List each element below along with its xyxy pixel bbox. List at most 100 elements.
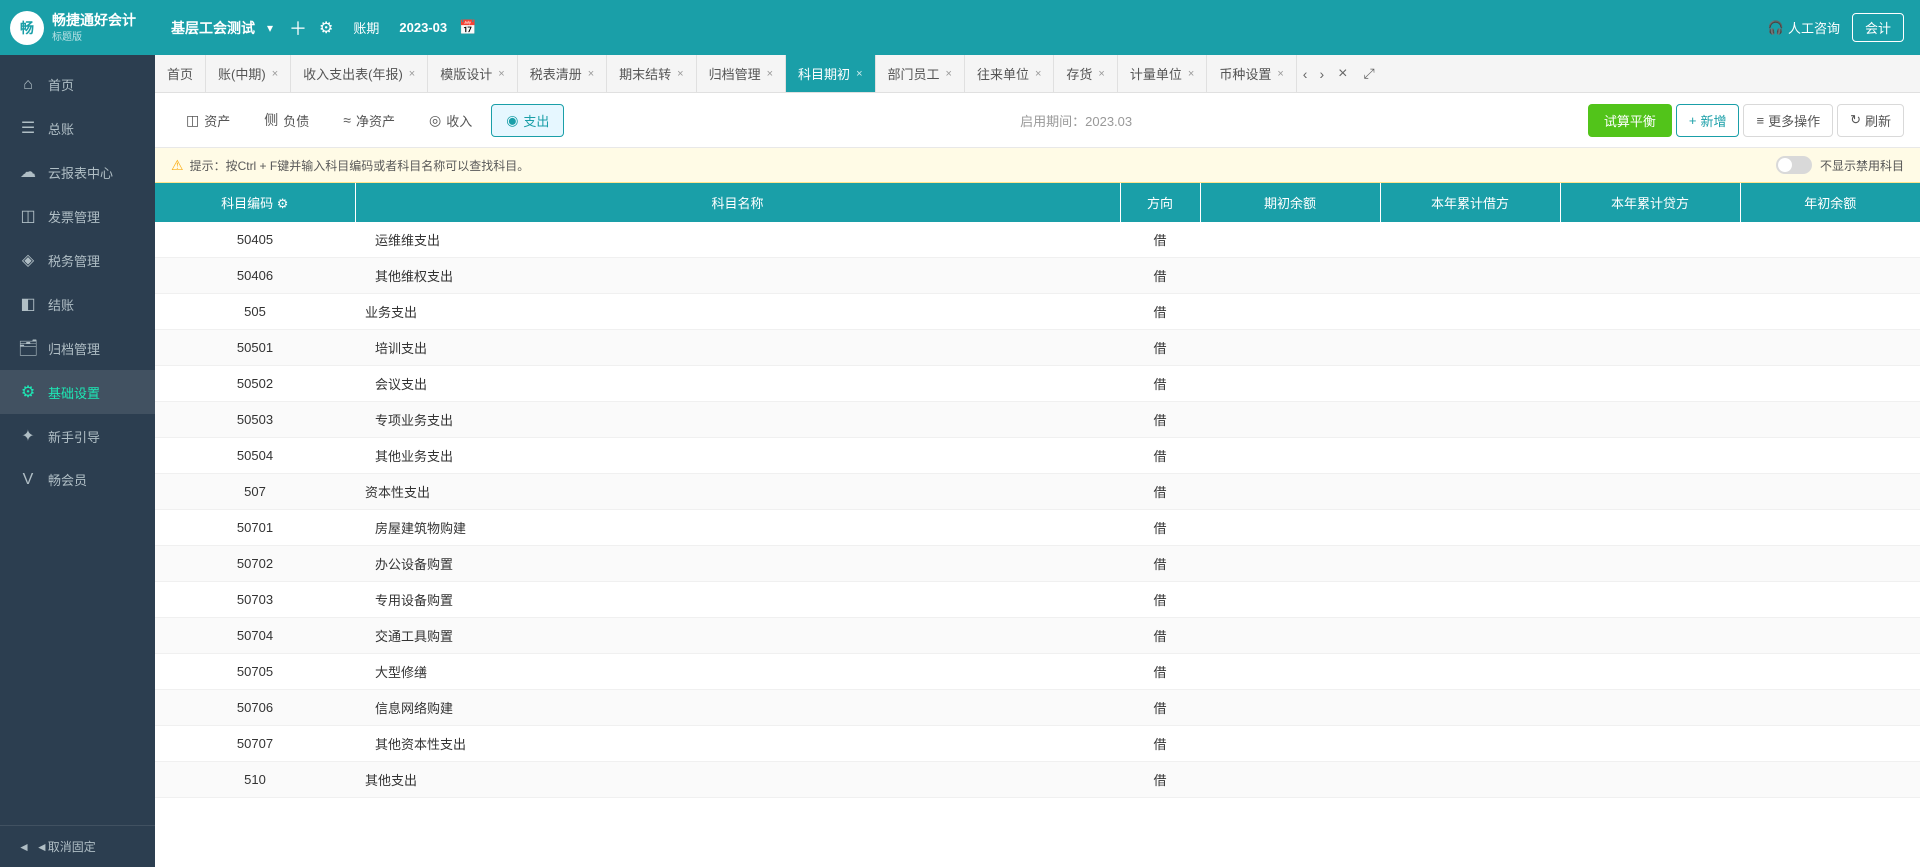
close-all-tabs-btn[interactable]: × (1330, 55, 1355, 93)
table-header: 科目编码 ⚙ 科目名称 方向 期初余额 本年累计借方 本年累计贷方 年初余额 (155, 183, 1920, 222)
sidebar-item-invoice[interactable]: ◫ 发票管理 (0, 194, 155, 238)
table-wrapper: 科目编码 ⚙ 科目名称 方向 期初余额 本年累计借方 本年累计贷方 年初余额 5… (155, 183, 1920, 867)
sidebar-collapse[interactable]: ◄ ◄取消固定 (0, 825, 155, 867)
table-row[interactable]: 50503 专项业务支出 借 (155, 402, 1920, 438)
tab-account-init-close[interactable]: × (856, 68, 862, 80)
headset-icon: 🎧 (1768, 20, 1784, 36)
tab-filing[interactable]: 归档管理 × (697, 55, 786, 93)
table-row[interactable]: 50502 会议支出 借 (155, 366, 1920, 402)
table-row[interactable]: 50406 其他维权支出 借 (155, 258, 1920, 294)
cell-year-opening (1740, 330, 1920, 366)
tab-midterm[interactable]: 账(中期) × (206, 55, 291, 93)
table-row[interactable]: 50501 培训支出 借 (155, 330, 1920, 366)
tab-account-init[interactable]: 科目期初 × (786, 55, 875, 93)
cell-ytd-credit (1560, 330, 1740, 366)
company-dropdown[interactable]: ▾ (267, 21, 273, 35)
account-type-btn[interactable]: 会计 (1852, 13, 1904, 42)
table-row[interactable]: 50701 房屋建筑物购建 借 (155, 510, 1920, 546)
tab-tax-list[interactable]: 税表清册 × (518, 55, 607, 93)
table-row[interactable]: 50706 信息网络购建 借 (155, 690, 1920, 726)
table-row[interactable]: 50405 运维维支出 借 (155, 222, 1920, 258)
tab-contacts-close[interactable]: × (1035, 68, 1041, 80)
tab-home[interactable]: 首页 (155, 55, 206, 93)
sidebar-item-member[interactable]: V 畅会员 (0, 458, 155, 501)
tab-prev-btn[interactable]: ‹ (1297, 55, 1314, 93)
cat-tab-equity[interactable]: ≈ 净资产 (328, 104, 410, 137)
table-row[interactable]: 50703 专用设备购置 借 (155, 582, 1920, 618)
cell-year-opening (1740, 618, 1920, 654)
cell-ytd-debit (1380, 366, 1560, 402)
sidebar-item-tax[interactable]: ◈ 税务管理 (0, 238, 155, 282)
cell-name: 专项业务支出 (355, 402, 1120, 438)
table-row[interactable]: 50707 其他资本性支出 借 (155, 726, 1920, 762)
cell-name: 资本性支出 (355, 474, 1120, 510)
cat-tab-income[interactable]: ◎ 收入 (414, 104, 487, 137)
cat-tab-income-label: 收入 (446, 111, 472, 130)
header-gear-icon[interactable]: ⚙ (319, 18, 333, 38)
table-row[interactable]: 50702 办公设备购置 借 (155, 546, 1920, 582)
calendar-icon[interactable]: 📅 (459, 19, 476, 36)
table-row[interactable]: 50704 交通工具购置 借 (155, 618, 1920, 654)
tab-period-end[interactable]: 期末结转 × (607, 55, 696, 93)
cell-direction: 借 (1120, 330, 1200, 366)
tab-dept-close[interactable]: × (946, 68, 952, 80)
cell-direction: 借 (1120, 258, 1200, 294)
cell-opening (1200, 654, 1380, 690)
sidebar-item-guide[interactable]: ✦ 新手引导 (0, 414, 155, 458)
tab-contacts[interactable]: 往来单位 × (965, 55, 1054, 93)
table-row[interactable]: 505 业务支出 借 (155, 294, 1920, 330)
cat-tab-asset-label: 资产 (204, 111, 230, 130)
tab-period-close[interactable]: × (677, 68, 683, 80)
more-btn[interactable]: ≡ 更多操作 (1743, 104, 1833, 137)
consult-btn[interactable]: 🎧 人工咨询 (1768, 18, 1840, 37)
cell-ytd-debit (1380, 726, 1560, 762)
tab-template[interactable]: 模版设计 × (428, 55, 517, 93)
sidebar-item-invoice-label: 发票管理 (48, 207, 100, 226)
tab-inventory-close[interactable]: × (1098, 68, 1104, 80)
tab-filing-close[interactable]: × (767, 68, 773, 80)
cat-tab-liability[interactable]: 侧 负债 (249, 103, 324, 137)
sidebar-item-settings[interactable]: ⚙ 基础设置 (0, 370, 155, 414)
tab-next-btn[interactable]: › (1313, 55, 1330, 93)
tab-annual-report[interactable]: 收入支出表(年报) × (291, 55, 428, 93)
tab-midterm-close[interactable]: × (272, 68, 278, 80)
add-company-btn[interactable]: ＋ (289, 15, 307, 41)
sidebar-item-archive[interactable]: 🗂 归档管理 (0, 326, 155, 370)
tab-currency[interactable]: 币种设置 × (1207, 55, 1296, 93)
sidebar-item-ledger[interactable]: ☰ 总账 (0, 106, 155, 150)
cell-direction: 借 (1120, 402, 1200, 438)
table-row[interactable]: 510 其他支出 借 (155, 762, 1920, 798)
tab-template-close[interactable]: × (498, 68, 504, 80)
tab-inventory[interactable]: 存货 × (1054, 55, 1117, 93)
tab-currency-close[interactable]: × (1277, 68, 1283, 80)
cell-name: 专用设备购置 (355, 582, 1120, 618)
add-btn[interactable]: + 新增 (1676, 104, 1740, 137)
balance-btn[interactable]: 试算平衡 (1588, 104, 1672, 137)
table-row[interactable]: 507 资本性支出 借 (155, 474, 1920, 510)
tab-unit-close[interactable]: × (1188, 68, 1194, 80)
table-row[interactable]: 50705 大型修缮 借 (155, 654, 1920, 690)
disable-toggle[interactable] (1776, 156, 1812, 174)
sidebar-logo: 畅 畅捷通好会计 标题版 (0, 0, 155, 55)
sidebar-item-reports[interactable]: ☁ 云报表中心 (0, 150, 155, 194)
hint-text: ⚠ 提示：按Ctrl + F键并输入科目编码或者科目名称可以查找科目。 (171, 157, 529, 174)
cell-year-opening (1740, 726, 1920, 762)
liability-icon: 侧 (264, 110, 278, 130)
cell-direction: 借 (1120, 546, 1200, 582)
maximize-btn[interactable]: ⤢ (1355, 55, 1382, 93)
tab-annual-close[interactable]: × (409, 68, 415, 80)
cat-tab-expense[interactable]: ◉ 支出 (491, 104, 564, 137)
sidebar-item-close[interactable]: ◧ 结账 (0, 282, 155, 326)
cell-opening (1200, 258, 1380, 294)
refresh-btn[interactable]: ↻ 刷新 (1837, 104, 1904, 137)
expense-icon: ◉ (506, 112, 518, 129)
cat-tab-asset[interactable]: ◫ 资产 (171, 104, 245, 137)
table-row[interactable]: 50504 其他业务支出 借 (155, 438, 1920, 474)
tab-tax-close[interactable]: × (588, 68, 594, 80)
sidebar-item-home[interactable]: ⌂ 首页 (0, 63, 155, 106)
tab-unit[interactable]: 计量单位 × (1118, 55, 1207, 93)
col-settings-icon[interactable]: ⚙ (277, 196, 289, 211)
tax-icon: ◈ (18, 250, 38, 270)
tab-dept[interactable]: 部门员工 × (876, 55, 965, 93)
cell-code: 50707 (155, 726, 355, 762)
